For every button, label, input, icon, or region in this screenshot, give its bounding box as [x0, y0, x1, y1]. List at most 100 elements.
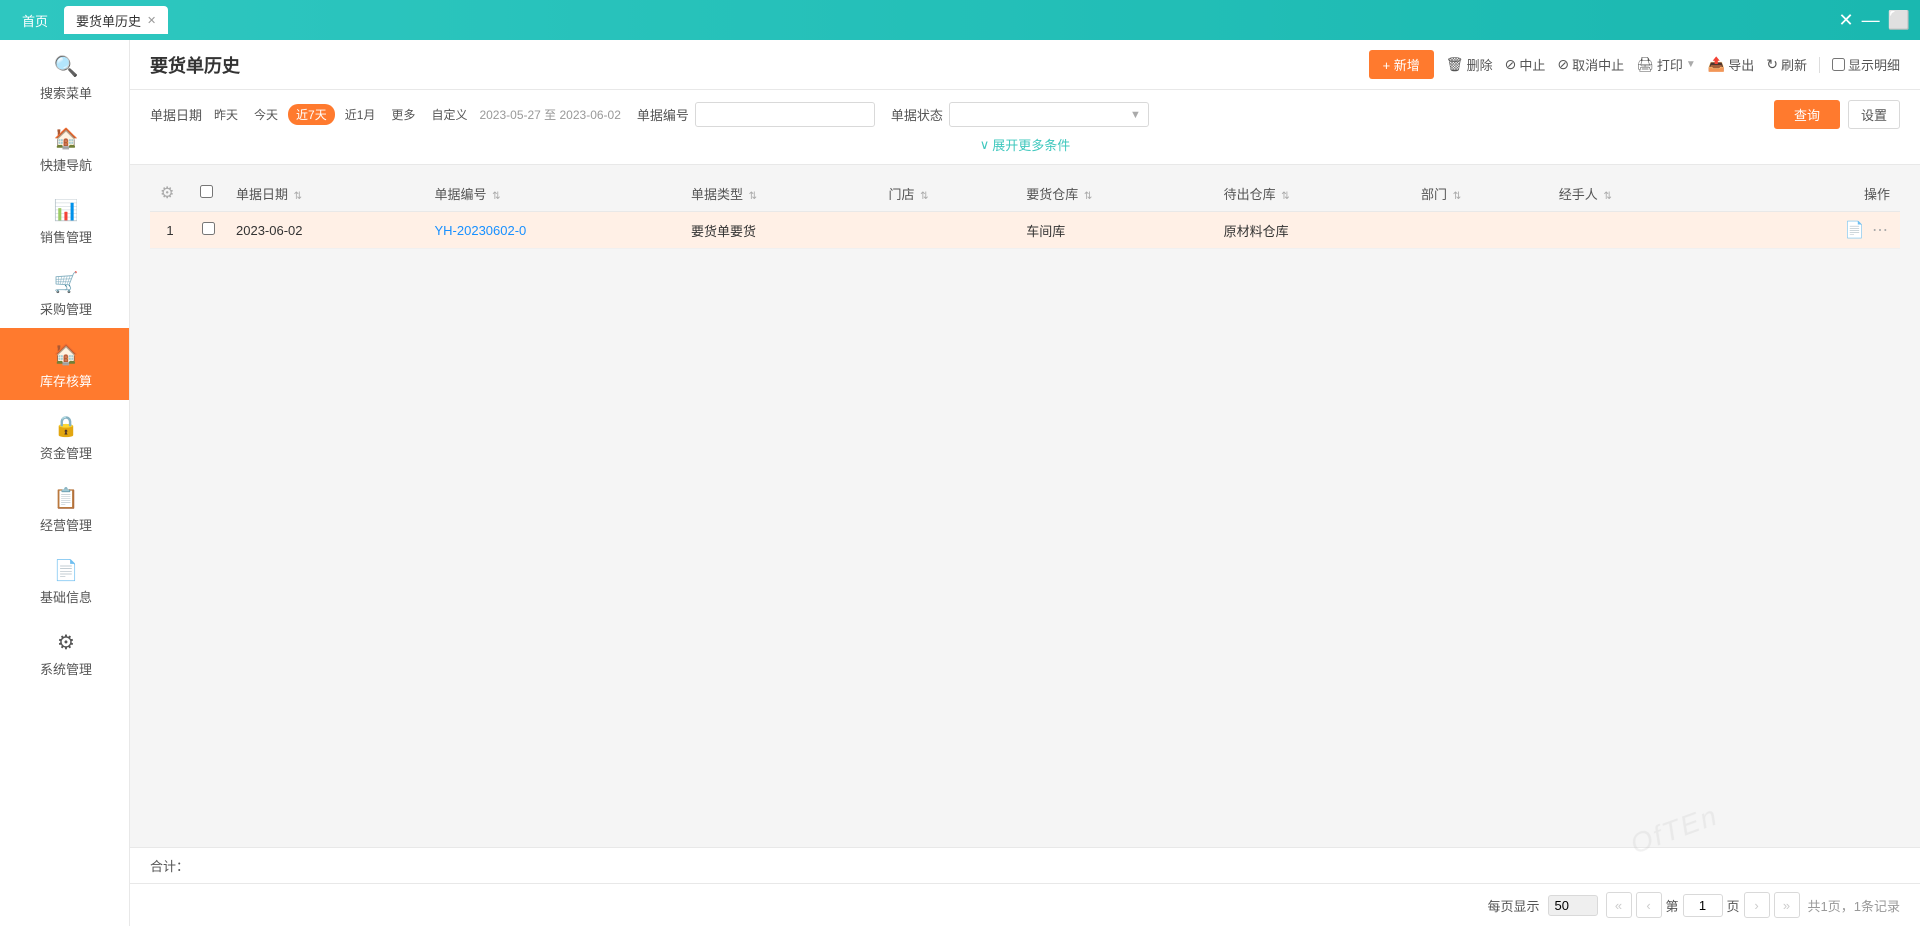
content-area: 要货单历史 + 新增 🗑 删除 ⊘ 中止 ⊘ 取消中止 🖨: [130, 40, 1920, 926]
col-doc-type: 单据类型 ⇅: [681, 175, 878, 212]
row-store: [878, 212, 1016, 249]
prev-page-button[interactable]: ‹: [1636, 892, 1662, 918]
date-btn-more[interactable]: 更多: [385, 104, 421, 125]
row-more-icon[interactable]: ⋯: [1872, 222, 1888, 239]
window-min-icon[interactable]: —: [1862, 10, 1880, 31]
status-label: 单据状态: [891, 105, 943, 124]
expand-button[interactable]: ∨ 展开更多条件: [980, 129, 1071, 154]
sidebar: 🔍 搜索菜单 🏠 快捷导航 📊 销售管理 🛒 采购管理 🏠 库存核算 🔒 资金管…: [0, 40, 130, 926]
per-page-label: 每页显示: [1487, 896, 1539, 915]
print-arrow-icon: ▼: [1686, 59, 1696, 70]
date-filter-group: 单据日期 昨天 今天 近7天 近1月 更多 自定义 2023-05-27 至 2…: [150, 104, 621, 125]
table-row: 1 2023-06-02 YH-20230602-0 要货单要货 车间库 原材料…: [150, 212, 1900, 249]
sidebar-item-search-menu[interactable]: 🔍 搜索菜单: [0, 40, 129, 112]
col-doc-no: 单据编号 ⇅: [424, 175, 681, 212]
footer-summary: 合计：: [130, 847, 1920, 883]
delete-button[interactable]: 🗑 删除: [1446, 55, 1493, 74]
first-page-button[interactable]: «: [1606, 892, 1632, 918]
next-page-button[interactable]: ›: [1744, 892, 1770, 918]
table-body: 1 2023-06-02 YH-20230602-0 要货单要货 车间库 原材料…: [150, 212, 1900, 249]
col-handler-sort-icon[interactable]: ⇅: [1603, 191, 1611, 202]
col-doc-date-sort-icon[interactable]: ⇅: [294, 191, 302, 202]
window-close-icon[interactable]: ✕: [1838, 10, 1853, 31]
row-checkbox[interactable]: [202, 222, 215, 235]
date-btn-yesterday[interactable]: 昨天: [208, 104, 244, 125]
page-header: 要货单历史 + 新增 🗑 删除 ⊘ 中止 ⊘ 取消中止 🖨: [130, 40, 1920, 90]
col-doc-no-sort-icon[interactable]: ⇅: [492, 191, 500, 202]
search-menu-icon: 🔍: [54, 54, 79, 79]
col-store-sort-icon[interactable]: ⇅: [920, 191, 928, 202]
row-doc-type: 要货单要货: [681, 212, 878, 249]
sidebar-item-label: 快捷导航: [40, 155, 92, 174]
refresh-button[interactable]: ↻ 刷新: [1766, 55, 1807, 74]
print-label: 打印: [1657, 55, 1683, 74]
page-suffix: 页: [1727, 896, 1740, 915]
sidebar-item-finance-mgmt[interactable]: 🔒 资金管理: [0, 400, 129, 472]
page-navigation: « ‹ 第 页 › »: [1606, 892, 1800, 918]
row-doc-date: 2023-06-02: [226, 212, 424, 249]
date-btn-custom[interactable]: 自定义: [425, 104, 473, 125]
settings-button[interactable]: 设置: [1848, 100, 1900, 129]
doc-no-input[interactable]: [695, 102, 875, 127]
tab-home[interactable]: 首页: [10, 6, 60, 34]
filter-bar: 单据日期 昨天 今天 近7天 近1月 更多 自定义 2023-05-27 至 2…: [130, 90, 1920, 165]
sidebar-item-label: 系统管理: [40, 659, 92, 678]
print-button[interactable]: 🖨 打印 ▼: [1636, 55, 1696, 74]
settings-label: 设置: [1861, 105, 1887, 124]
data-table: ⚙ 单据日期 ⇅ 单据编号 ⇅: [150, 175, 1900, 249]
page-input[interactable]: [1683, 894, 1723, 917]
row-num: 1: [150, 212, 190, 249]
sidebar-item-system-mgmt[interactable]: ⚙ 系统管理: [0, 616, 129, 688]
cancel-suspend-button[interactable]: ⊘ 取消中止: [1557, 55, 1624, 74]
last-page-button[interactable]: »: [1774, 892, 1800, 918]
tab-close-icon[interactable]: ✕: [147, 14, 156, 27]
row-pending-warehouse: 原材料仓库: [1214, 212, 1411, 249]
col-pending-warehouse-label: 待出仓库: [1224, 187, 1276, 202]
col-department-sort-icon[interactable]: ⇅: [1453, 191, 1461, 202]
sidebar-item-purchase-mgmt[interactable]: 🛒 采购管理: [0, 256, 129, 328]
suspend-label: 中止: [1519, 55, 1545, 74]
tab-requisition-history[interactable]: 要货单历史 ✕: [64, 6, 168, 34]
sidebar-item-quick-nav[interactable]: 🏠 快捷导航: [0, 112, 129, 184]
select-all-checkbox[interactable]: [200, 185, 213, 198]
show-detail-toggle[interactable]: 显示明细: [1832, 55, 1900, 74]
window-max-icon[interactable]: ⬜: [1888, 10, 1910, 31]
toolbar: + 新增 🗑 删除 ⊘ 中止 ⊘ 取消中止 🖨 打印 ▼: [1369, 50, 1900, 79]
sidebar-item-basic-info[interactable]: 📄 基础信息: [0, 544, 129, 616]
date-btn-today[interactable]: 今天: [248, 104, 284, 125]
table-settings-icon[interactable]: ⚙: [160, 185, 174, 202]
sidebar-item-label: 资金管理: [40, 443, 92, 462]
export-button[interactable]: 📤 导出: [1708, 55, 1754, 74]
per-page-select[interactable]: 50 10 20 100: [1548, 895, 1598, 916]
row-doc-no: YH-20230602-0: [424, 212, 681, 249]
row-handler: [1549, 212, 1717, 249]
row-view-icon[interactable]: 📄: [1844, 222, 1864, 239]
sidebar-item-label: 搜索菜单: [40, 83, 92, 102]
cancel-suspend-icon: ⊘: [1557, 56, 1569, 73]
sidebar-item-operations-mgmt[interactable]: 📋 经营管理: [0, 472, 129, 544]
pagination: 每页显示 50 10 20 100 « ‹ 第 页 › » 共1页，1条记录: [130, 883, 1920, 926]
col-pending-warehouse-sort-icon[interactable]: ⇅: [1281, 191, 1289, 202]
page-label: 第: [1666, 896, 1679, 915]
query-button[interactable]: 查询: [1774, 100, 1840, 129]
expand-area: ∨ 展开更多条件: [150, 129, 1900, 154]
sidebar-item-inventory[interactable]: 🏠 库存核算: [0, 328, 129, 400]
suspend-button[interactable]: ⊘ 中止: [1505, 55, 1546, 74]
export-icon: 📤: [1708, 56, 1725, 73]
row-doc-no-link[interactable]: YH-20230602-0: [434, 223, 526, 238]
new-button[interactable]: + 新增: [1369, 50, 1434, 79]
sidebar-item-label: 销售管理: [40, 227, 92, 246]
toolbar-divider: [1819, 57, 1820, 73]
show-detail-checkbox[interactable]: [1832, 58, 1845, 71]
col-req-warehouse-sort-icon[interactable]: ⇅: [1084, 191, 1092, 202]
col-handler: 经手人 ⇅: [1549, 175, 1717, 212]
date-btn-last1month[interactable]: 近1月: [339, 104, 382, 125]
col-operation-label: 操作: [1864, 187, 1890, 202]
col-store-label: 门店: [888, 187, 914, 202]
sidebar-item-sales-mgmt[interactable]: 📊 销售管理: [0, 184, 129, 256]
status-select[interactable]: [949, 102, 1149, 127]
date-btn-last7days[interactable]: 近7天: [288, 104, 335, 125]
col-doc-type-sort-icon[interactable]: ⇅: [749, 191, 757, 202]
top-bar: 首页 要货单历史 ✕ ✕ — ⬜: [0, 0, 1920, 40]
expand-down-icon: ∨: [980, 137, 990, 153]
